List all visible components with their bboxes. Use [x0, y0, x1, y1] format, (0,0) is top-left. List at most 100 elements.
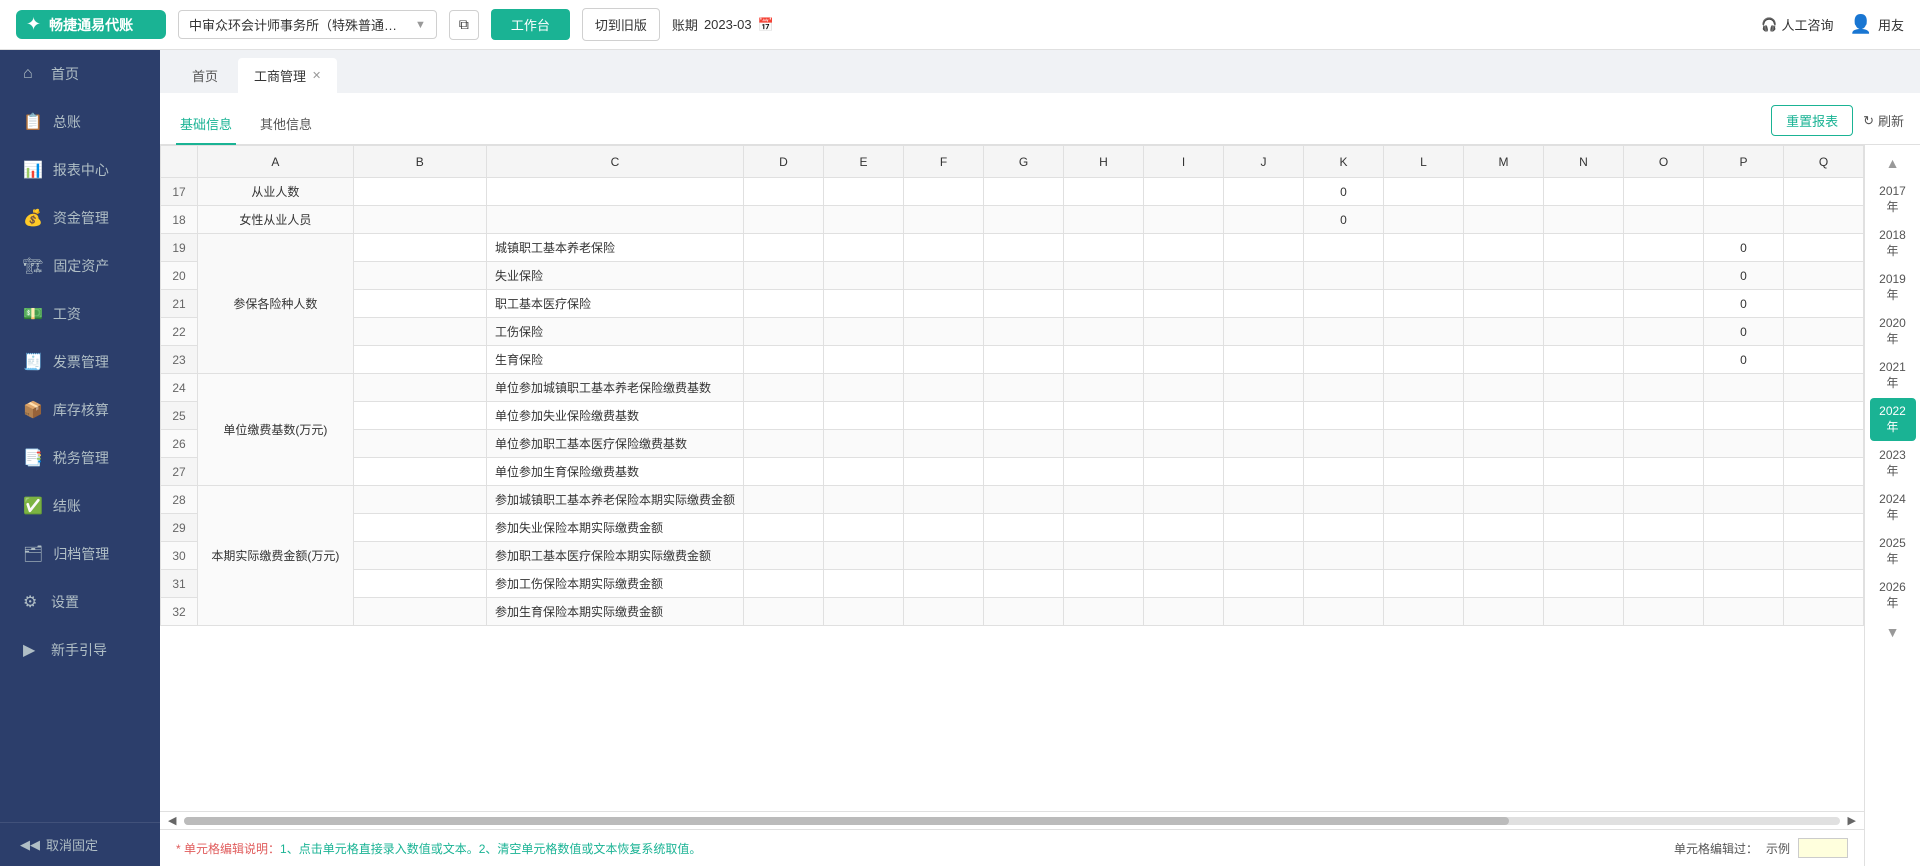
year-item-2019[interactable]: 2019年	[1870, 266, 1916, 309]
cell-col-j[interactable]	[1224, 402, 1304, 430]
cell-col-f[interactable]	[904, 458, 984, 486]
cell-col-l[interactable]	[1384, 430, 1464, 458]
cell-col-e[interactable]	[824, 514, 904, 542]
cell-col-n[interactable]	[1544, 346, 1624, 374]
cell-col-f[interactable]	[904, 262, 984, 290]
cell-col-k[interactable]	[1304, 458, 1384, 486]
cell-col-j[interactable]	[1224, 234, 1304, 262]
cell-col-g[interactable]	[984, 290, 1064, 318]
cell-col-f[interactable]	[904, 346, 984, 374]
cell-col-i[interactable]	[1144, 458, 1224, 486]
cell-col-i[interactable]	[1144, 318, 1224, 346]
cell-col-q[interactable]	[1784, 206, 1864, 234]
cell-col-c[interactable]: 参加职工基本医疗保险本期实际缴费金额	[486, 542, 743, 570]
cell-col-o[interactable]	[1624, 514, 1704, 542]
cell-col-i[interactable]	[1144, 598, 1224, 626]
cell-col-k[interactable]	[1304, 346, 1384, 374]
cell-col-e[interactable]	[824, 374, 904, 402]
cell-col-h[interactable]	[1064, 262, 1144, 290]
cell-col-e[interactable]	[824, 346, 904, 374]
sidebar-item-home[interactable]: ⌂首页	[0, 50, 160, 98]
cell-col-j[interactable]	[1224, 598, 1304, 626]
cell-col-f[interactable]	[904, 514, 984, 542]
cell-col-f[interactable]	[904, 598, 984, 626]
cell-col-n[interactable]	[1544, 262, 1624, 290]
cell-col-k[interactable]	[1304, 234, 1384, 262]
cell-col-q[interactable]	[1784, 290, 1864, 318]
cell-col-q[interactable]	[1784, 514, 1864, 542]
cell-col-q[interactable]	[1784, 318, 1864, 346]
cell-col-p[interactable]	[1704, 598, 1784, 626]
cell-col-c[interactable]	[486, 206, 743, 234]
cell-col-e[interactable]	[824, 542, 904, 570]
cell-col-f[interactable]	[904, 178, 984, 206]
cell-col-q[interactable]	[1784, 458, 1864, 486]
cell-col-f[interactable]	[904, 290, 984, 318]
cell-col-m[interactable]	[1464, 262, 1544, 290]
cell-col-h[interactable]	[1064, 178, 1144, 206]
cell-col-p[interactable]	[1704, 402, 1784, 430]
cell-col-j[interactable]	[1224, 542, 1304, 570]
cell-col-c[interactable]: 单位参加失业保险缴费基数	[486, 402, 743, 430]
cell-col-i[interactable]	[1144, 234, 1224, 262]
cell-col-m[interactable]	[1464, 234, 1544, 262]
cell-col-o[interactable]	[1624, 234, 1704, 262]
cell-col-h[interactable]	[1064, 486, 1144, 514]
cell-col-p[interactable]: 0	[1704, 262, 1784, 290]
cell-col-k[interactable]	[1304, 514, 1384, 542]
sidebar-item-assets[interactable]: 🏗固定资产	[0, 242, 160, 290]
cell-col-e[interactable]	[824, 458, 904, 486]
cell-col-c[interactable]: 单位参加生育保险缴费基数	[486, 458, 743, 486]
cell-col-m[interactable]	[1464, 206, 1544, 234]
cell-col-a[interactable]: 参保各险种人数	[198, 234, 353, 374]
cell-col-d[interactable]	[744, 290, 824, 318]
cell-col-l[interactable]	[1384, 458, 1464, 486]
scroll-track[interactable]	[184, 817, 1839, 825]
cell-col-i[interactable]	[1144, 178, 1224, 206]
cell-col-n[interactable]	[1544, 402, 1624, 430]
cell-col-m[interactable]	[1464, 374, 1544, 402]
scroll-right-arrow[interactable]: ▶	[1844, 814, 1860, 827]
cell-col-c[interactable]: 失业保险	[486, 262, 743, 290]
cell-col-g[interactable]	[984, 458, 1064, 486]
sidebar-item-capital[interactable]: 💰资金管理	[0, 194, 160, 242]
cell-col-n[interactable]	[1544, 458, 1624, 486]
cell-col-p[interactable]	[1704, 514, 1784, 542]
horizontal-scrollbar[interactable]: ◀ ▶	[160, 811, 1864, 829]
cell-col-o[interactable]	[1624, 598, 1704, 626]
cell-col-h[interactable]	[1064, 514, 1144, 542]
cell-col-m[interactable]	[1464, 570, 1544, 598]
sidebar-item-ledger[interactable]: 📋总账	[0, 98, 160, 146]
company-selector[interactable]: 中审众环会计师事务所（特殊普通合伙... ▼	[178, 10, 437, 39]
cell-col-a[interactable]: 本期实际缴费金额(万元)	[198, 486, 353, 626]
cell-col-i[interactable]	[1144, 402, 1224, 430]
cell-col-g[interactable]	[984, 402, 1064, 430]
cell-col-d[interactable]	[744, 402, 824, 430]
refresh-button[interactable]: ↻ 刷新	[1863, 111, 1904, 130]
cell-col-k[interactable]	[1304, 290, 1384, 318]
cell-col-g[interactable]	[984, 206, 1064, 234]
cell-col-g[interactable]	[984, 234, 1064, 262]
old-version-button[interactable]: 切到旧版	[582, 8, 660, 41]
cell-col-g[interactable]	[984, 486, 1064, 514]
scroll-left-arrow[interactable]: ◀	[164, 814, 180, 827]
cell-col-n[interactable]	[1544, 514, 1624, 542]
cell-col-q[interactable]	[1784, 234, 1864, 262]
cell-col-i[interactable]	[1144, 430, 1224, 458]
cell-col-o[interactable]	[1624, 374, 1704, 402]
cell-col-h[interactable]	[1064, 346, 1144, 374]
user-area[interactable]: 👤 用友	[1850, 14, 1904, 35]
cell-col-n[interactable]	[1544, 290, 1624, 318]
cell-col-f[interactable]	[904, 570, 984, 598]
sidebar-item-archive[interactable]: 🗂归档管理	[0, 530, 160, 578]
cell-col-l[interactable]	[1384, 374, 1464, 402]
cell-col-o[interactable]	[1624, 542, 1704, 570]
cell-col-n[interactable]	[1544, 318, 1624, 346]
cell-col-h[interactable]	[1064, 374, 1144, 402]
cell-col-q[interactable]	[1784, 402, 1864, 430]
cell-col-p[interactable]: 0	[1704, 346, 1784, 374]
year-item-2023[interactable]: 2023年	[1870, 442, 1916, 485]
cell-col-d[interactable]	[744, 206, 824, 234]
cell-col-h[interactable]	[1064, 206, 1144, 234]
cell-col-l[interactable]	[1384, 178, 1464, 206]
